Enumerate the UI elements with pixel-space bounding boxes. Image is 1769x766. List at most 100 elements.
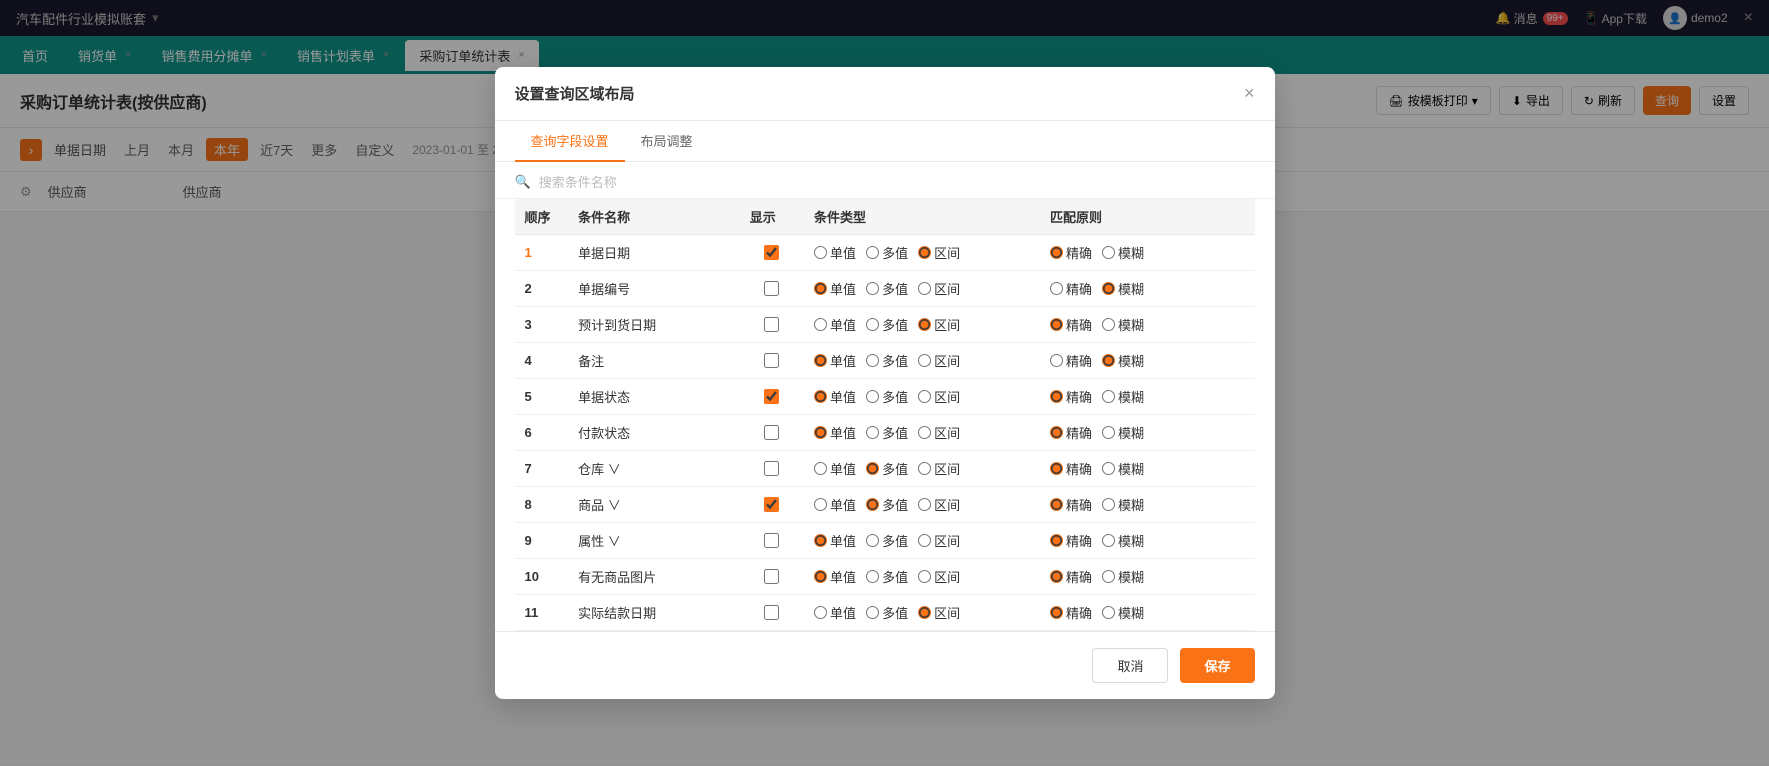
type-option-多值[interactable]: 多值 (866, 495, 908, 514)
row-match-cell: 精确模糊 (1040, 307, 1255, 343)
display-checkbox[interactable] (764, 605, 779, 620)
display-checkbox[interactable] (764, 425, 779, 440)
type-option-单值[interactable]: 单值 (814, 603, 856, 622)
type-option-多值[interactable]: 多值 (866, 423, 908, 442)
display-checkbox[interactable] (764, 497, 779, 512)
modal-tab-query-fields[interactable]: 查询字段设置 (515, 121, 625, 162)
type-option-多值[interactable]: 多值 (866, 459, 908, 478)
type-option-单值[interactable]: 单值 (814, 243, 856, 262)
display-checkbox[interactable] (764, 245, 779, 260)
match-option-模糊[interactable]: 模糊 (1102, 243, 1144, 262)
match-option-精确[interactable]: 精确 (1050, 351, 1092, 370)
type-option-多值[interactable]: 多值 (866, 351, 908, 370)
row-match-cell: 精确模糊 (1040, 451, 1255, 487)
type-option-多值[interactable]: 多值 (866, 315, 908, 334)
display-checkbox[interactable] (764, 353, 779, 368)
type-option-单值[interactable]: 单值 (814, 531, 856, 550)
col-header-name: 条件名称 (568, 199, 740, 235)
type-option-区间[interactable]: 区间 (918, 459, 960, 478)
row-order: 1 (515, 235, 569, 271)
match-option-模糊[interactable]: 模糊 (1102, 567, 1144, 586)
type-option-单值[interactable]: 单值 (814, 495, 856, 514)
table-row: 5单据状态单值多值区间精确模糊 (515, 379, 1255, 415)
type-option-多值[interactable]: 多值 (866, 387, 908, 406)
row-display-cell (740, 487, 804, 523)
row-order: 5 (515, 379, 569, 415)
row-display-cell (740, 379, 804, 415)
type-option-单值[interactable]: 单值 (814, 315, 856, 334)
type-option-多值[interactable]: 多值 (866, 603, 908, 622)
row-type-cell: 单值多值区间 (804, 487, 1040, 523)
display-checkbox[interactable] (764, 389, 779, 404)
type-option-区间[interactable]: 区间 (918, 603, 960, 622)
modal-table-wrap: 顺序 条件名称 显示 条件类型 匹配原则 1单据日期单值多值区间精确模糊2单据编… (495, 199, 1275, 631)
match-option-精确[interactable]: 精确 (1050, 495, 1092, 514)
type-option-多值[interactable]: 多值 (866, 531, 908, 550)
row-order: 11 (515, 595, 569, 631)
match-option-精确[interactable]: 精确 (1050, 423, 1092, 442)
type-option-区间[interactable]: 区间 (918, 243, 960, 262)
type-option-单值[interactable]: 单值 (814, 351, 856, 370)
modal-search-area: 🔍 (495, 162, 1275, 199)
type-option-区间[interactable]: 区间 (918, 387, 960, 406)
match-option-模糊[interactable]: 模糊 (1102, 531, 1144, 550)
type-option-多值[interactable]: 多值 (866, 243, 908, 262)
type-option-单值[interactable]: 单值 (814, 423, 856, 442)
col-header-order: 顺序 (515, 199, 569, 235)
modal-tab-layout[interactable]: 布局调整 (625, 121, 709, 162)
match-option-模糊[interactable]: 模糊 (1102, 459, 1144, 478)
match-option-模糊[interactable]: 模糊 (1102, 495, 1144, 514)
match-option-精确[interactable]: 精确 (1050, 603, 1092, 622)
display-checkbox[interactable] (764, 569, 779, 584)
row-match-cell: 精确模糊 (1040, 595, 1255, 631)
match-option-模糊[interactable]: 模糊 (1102, 387, 1144, 406)
type-option-区间[interactable]: 区间 (918, 351, 960, 370)
display-checkbox[interactable] (764, 533, 779, 548)
match-option-精确[interactable]: 精确 (1050, 459, 1092, 478)
match-option-模糊[interactable]: 模糊 (1102, 423, 1144, 442)
row-match-cell: 精确模糊 (1040, 379, 1255, 415)
row-condition-name: 单据状态 (568, 379, 740, 415)
col-header-match: 匹配原则 (1040, 199, 1255, 235)
table-row: 6付款状态单值多值区间精确模糊 (515, 415, 1255, 451)
match-option-精确[interactable]: 精确 (1050, 387, 1092, 406)
type-option-区间[interactable]: 区间 (918, 531, 960, 550)
match-option-精确[interactable]: 精确 (1050, 567, 1092, 586)
match-option-模糊[interactable]: 模糊 (1102, 315, 1144, 334)
display-checkbox[interactable] (764, 461, 779, 476)
row-condition-name: 备注 (568, 343, 740, 379)
type-option-多值[interactable]: 多值 (866, 279, 908, 298)
type-option-多值[interactable]: 多值 (866, 567, 908, 586)
row-match-cell: 精确模糊 (1040, 523, 1255, 559)
row-type-cell: 单值多值区间 (804, 379, 1040, 415)
row-type-cell: 单值多值区间 (804, 523, 1040, 559)
modal-close-button[interactable]: × (1244, 83, 1255, 104)
match-option-精确[interactable]: 精确 (1050, 531, 1092, 550)
row-order: 7 (515, 451, 569, 487)
type-option-区间[interactable]: 区间 (918, 423, 960, 442)
type-option-单值[interactable]: 单值 (814, 459, 856, 478)
match-option-精确[interactable]: 精确 (1050, 243, 1092, 262)
type-option-区间[interactable]: 区间 (918, 567, 960, 586)
match-option-模糊[interactable]: 模糊 (1102, 603, 1144, 622)
save-button[interactable]: 保存 (1180, 648, 1254, 683)
row-display-cell (740, 307, 804, 343)
match-option-精确[interactable]: 精确 (1050, 315, 1092, 334)
type-option-区间[interactable]: 区间 (918, 315, 960, 334)
match-option-模糊[interactable]: 模糊 (1102, 351, 1144, 370)
row-display-cell (740, 415, 804, 451)
cancel-button[interactable]: 取消 (1092, 648, 1168, 683)
type-option-单值[interactable]: 单值 (814, 567, 856, 586)
settings-modal: 设置查询区域布局 × 查询字段设置 布局调整 🔍 顺序 条件名称 显示 条件类型 (495, 67, 1275, 699)
row-condition-name: 付款状态 (568, 415, 740, 451)
type-option-单值[interactable]: 单值 (814, 387, 856, 406)
type-option-区间[interactable]: 区间 (918, 495, 960, 514)
search-input[interactable] (539, 175, 739, 190)
match-option-模糊[interactable]: 模糊 (1102, 279, 1144, 298)
type-option-区间[interactable]: 区间 (918, 279, 960, 298)
match-option-精确[interactable]: 精确 (1050, 279, 1092, 298)
display-checkbox[interactable] (764, 317, 779, 332)
display-checkbox[interactable] (764, 281, 779, 296)
type-option-单值[interactable]: 单值 (814, 279, 856, 298)
table-row: 4备注单值多值区间精确模糊 (515, 343, 1255, 379)
